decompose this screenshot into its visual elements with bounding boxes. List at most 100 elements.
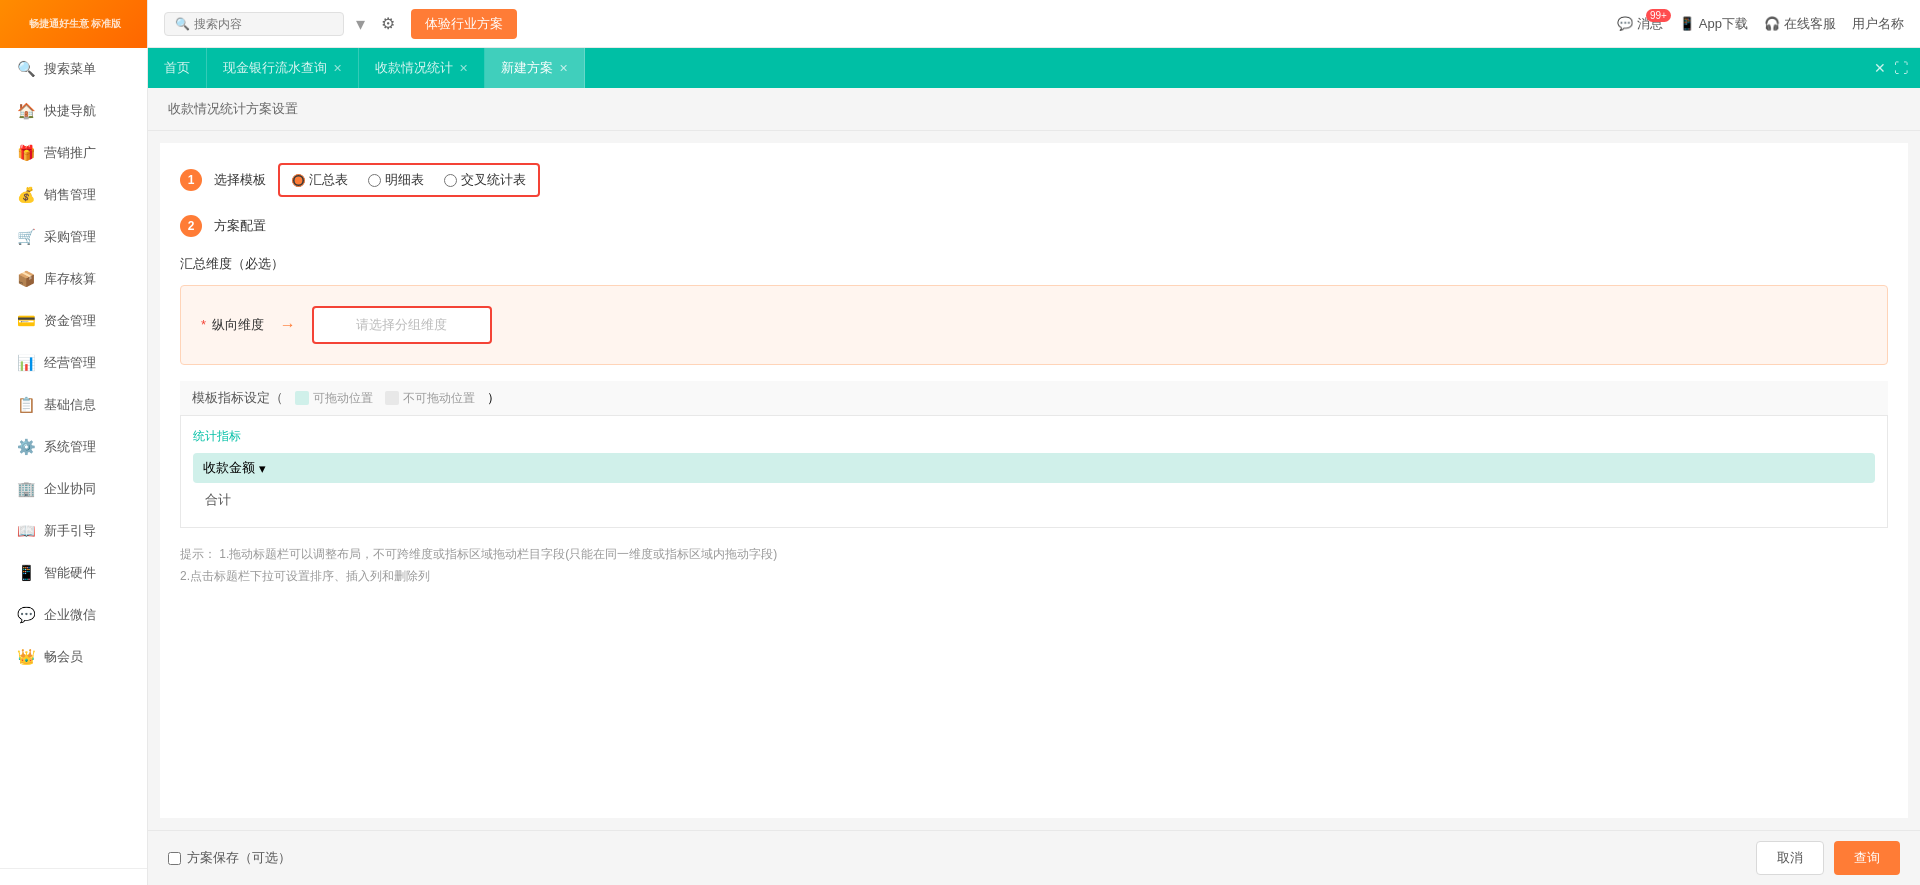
dimension-row: * 纵向维度 → 请选择分组维度	[201, 306, 1867, 344]
radio-summary[interactable]	[292, 174, 305, 187]
radio-detail-label: 明细表	[385, 171, 424, 189]
bottom-bar: 方案保存（可选） 取消 查询	[148, 830, 1920, 885]
page-content: 收款情况统计方案设置 1 选择模板 汇总表 明细表	[148, 88, 1920, 885]
guide-icon: 📖	[16, 522, 36, 540]
search-input[interactable]	[194, 17, 314, 31]
sidebar-item-quick-nav[interactable]: 🏠 快捷导航	[0, 90, 147, 132]
section1-num: 1	[180, 169, 202, 191]
capital-icon: 💳	[16, 312, 36, 330]
gear-icon[interactable]: ⚙	[381, 14, 395, 33]
sidebar-item-operations[interactable]: 📊经营管理	[0, 342, 147, 384]
sidebar-item-purchase[interactable]: 🛒 采购管理	[0, 216, 147, 258]
tab-bank[interactable]: 现金银行流水查询 ✕	[207, 48, 359, 88]
dimension-title: 汇总维度（必选）	[180, 255, 1888, 273]
sidebar-item-label: 智能硬件	[44, 564, 96, 582]
app-version: 标准版	[91, 17, 121, 31]
section2-row: 2 方案配置	[180, 215, 1888, 237]
section1-row: 1 选择模板 汇总表 明细表 交叉统计表	[180, 163, 1888, 197]
form-area: 1 选择模板 汇总表 明细表 交叉统计表	[160, 143, 1908, 818]
search-icon: 🔍	[16, 60, 36, 78]
sidebar-item-label: 销售管理	[44, 186, 96, 204]
close-window-icon[interactable]: ✕	[1874, 60, 1886, 76]
sidebar-item-member[interactable]: 👑畅会员	[0, 636, 147, 678]
metric-tag-label: 收款金额	[203, 459, 255, 477]
download-label: App下载	[1699, 15, 1748, 33]
radio-cross[interactable]	[444, 174, 457, 187]
radio-cross-label: 交叉统计表	[461, 171, 526, 189]
system-icon: ⚙️	[16, 438, 36, 456]
sidebar-item-capital[interactable]: 💳资金管理	[0, 300, 147, 342]
draggable-indicator: 可拖动位置	[295, 390, 373, 407]
topbar-right: 💬 消息 99+ 📱 App下载 🎧 在线客服 用户名称	[1617, 15, 1904, 33]
sidebar-item-label: 新手引导	[44, 522, 96, 540]
tab-close-new-plan[interactable]: ✕	[559, 62, 568, 75]
basic-info-icon: 📋	[16, 396, 36, 414]
sidebar-item-sales[interactable]: 💰销售管理	[0, 174, 147, 216]
template-radio-group: 汇总表 明细表 交叉统计表	[278, 163, 540, 197]
sidebar-item-label: 库存核算	[44, 270, 96, 288]
user-area[interactable]: 用户名称	[1852, 15, 1904, 33]
save-label: 方案保存（可选）	[187, 849, 291, 867]
support-area[interactable]: 🎧 在线客服	[1764, 15, 1836, 33]
dimension-area: * 纵向维度 → 请选择分组维度	[180, 285, 1888, 365]
sidebar-item-search[interactable]: 🔍搜索菜单	[0, 48, 147, 90]
download-area[interactable]: 📱 App下载	[1679, 15, 1748, 33]
support-label: 在线客服	[1784, 15, 1836, 33]
sidebar-item-label: 经营管理	[44, 354, 96, 372]
query-button[interactable]: 查询	[1834, 841, 1900, 875]
template-option-summary[interactable]: 汇总表	[292, 171, 348, 189]
marketing-icon: 🎁	[16, 144, 36, 162]
sidebar-item-label: 畅会员	[44, 648, 83, 666]
save-checkbox[interactable]	[168, 852, 181, 865]
arrow-icon: →	[280, 316, 296, 334]
draggable-label: 可拖动位置	[313, 390, 373, 407]
sidebar-item-wechat[interactable]: 💬 企业微信	[0, 594, 147, 636]
tips-line1: 提示： 1.拖动标题栏可以调整布局，不可跨维度或指标区域拖动栏目字段(只能在同一…	[180, 544, 1888, 566]
dropdown-icon[interactable]: ▾	[356, 13, 365, 35]
dimension-select[interactable]: 请选择分组维度	[312, 306, 492, 344]
sidebar-item-inventory[interactable]: 📦库存核算	[0, 258, 147, 300]
wechat-icon: 💬	[16, 606, 36, 624]
trial-button[interactable]: 体验行业方案	[411, 9, 517, 39]
sidebar-item-basic-info[interactable]: 📋基础信息	[0, 384, 147, 426]
sidebar-bottom	[0, 868, 147, 885]
purchase-icon: 🛒	[16, 228, 36, 246]
sidebar-item-marketing[interactable]: 🎁 营销推广	[0, 132, 147, 174]
radio-detail[interactable]	[368, 174, 381, 187]
sidebar-item-enterprise[interactable]: 🏢企业协同	[0, 468, 147, 510]
cancel-button[interactable]: 取消	[1756, 841, 1824, 875]
tab-label-home: 首页	[164, 59, 190, 77]
sidebar-item-guide[interactable]: 📖 新手引导	[0, 510, 147, 552]
tab-home[interactable]: 首页	[148, 48, 207, 88]
page-header: 收款情况统计方案设置	[148, 88, 1920, 131]
sidebar-item-label: 营销推广	[44, 144, 96, 162]
user-name: 用户名称	[1852, 16, 1904, 31]
download-icon: 📱	[1679, 16, 1695, 31]
sidebar-item-label: 企业微信	[44, 606, 96, 624]
tab-label-receivable: 收款情况统计	[375, 59, 453, 77]
sidebar-item-label: 采购管理	[44, 228, 96, 246]
non-draggable-indicator: 不可拖动位置	[385, 390, 475, 407]
sidebar-item-smart-hw[interactable]: 📱 智能硬件	[0, 552, 147, 594]
sidebar-item-system[interactable]: ⚙️系统管理	[0, 426, 147, 468]
metric-tag[interactable]: 收款金额 ▾	[193, 453, 1875, 483]
quick-nav-icon: 🏠	[16, 102, 36, 120]
smart-hw-icon: 📱	[16, 564, 36, 582]
tab-receivable[interactable]: 收款情况统计 ✕	[359, 48, 485, 88]
sidebar-item-label: 快捷导航	[44, 102, 96, 120]
non-draggable-label: 不可拖动位置	[403, 390, 475, 407]
message-badge-area[interactable]: 💬 消息 99+	[1617, 15, 1663, 33]
search-box[interactable]: 🔍	[164, 12, 344, 36]
tab-new-plan[interactable]: 新建方案 ✕	[485, 48, 585, 88]
template-option-detail[interactable]: 明细表	[368, 171, 424, 189]
template-option-cross[interactable]: 交叉统计表	[444, 171, 526, 189]
tab-close-bank[interactable]: ✕	[333, 62, 342, 75]
maximize-icon[interactable]: ⛶	[1894, 60, 1908, 76]
tabbar-right-controls: ✕ ⛶	[1862, 48, 1920, 88]
sidebar-item-label: 企业协同	[44, 480, 96, 498]
dimension-placeholder: 请选择分组维度	[356, 317, 447, 332]
main-area: 🔍 ▾ ⚙ 体验行业方案 💬 消息 99+ 📱 App下载 🎧 在线客服 用户名…	[148, 0, 1920, 885]
tab-close-receivable[interactable]: ✕	[459, 62, 468, 75]
save-checkbox-label[interactable]: 方案保存（可选）	[168, 849, 291, 867]
section2-num: 2	[180, 215, 202, 237]
